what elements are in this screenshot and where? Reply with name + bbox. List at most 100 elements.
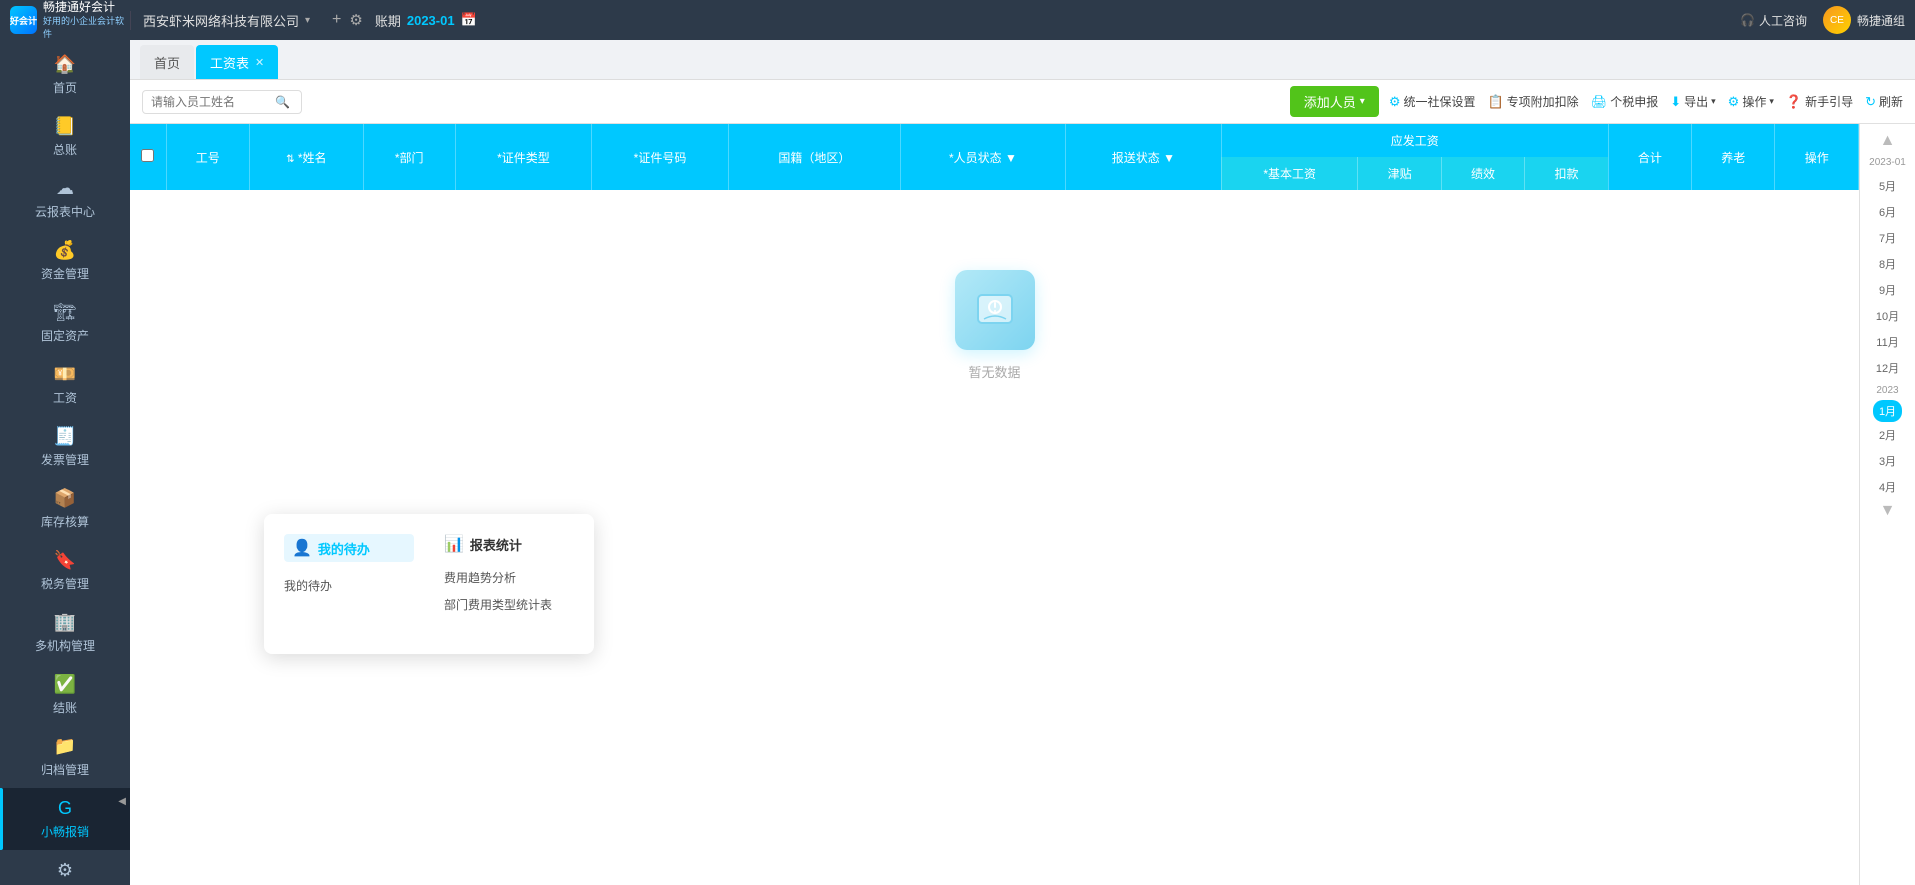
select-all-checkbox[interactable] (141, 149, 154, 162)
collapse-arrow-icon: ◀ (118, 796, 126, 807)
company-selector[interactable]: 西安虾米网络科技有限公司 ▾ (130, 11, 322, 30)
operations-btn[interactable]: ⚙ 操作 ▾ (1728, 93, 1774, 110)
new-guide-btn[interactable]: ❓ 新手引导 (1786, 93, 1853, 110)
headset-icon: 🎧 (1740, 13, 1755, 27)
timeline-dec[interactable]: 12月 (1874, 355, 1901, 381)
top-header: 好会计 畅捷通好会计 好用的小企业会计软件 西安虾米网络科技有限公司 ▾ + ⚙… (0, 0, 1915, 40)
search-box: 🔍 (142, 90, 302, 114)
popup-item-my-todo[interactable]: 我的待办 (284, 572, 414, 599)
basic-settings-icon: ⚙ (57, 860, 73, 881)
timeline-nov[interactable]: 11月 (1874, 329, 1900, 355)
company-name: 西安虾米网络科技有限公司 (143, 11, 299, 30)
export-btn[interactable]: ⬇ 导出 ▾ (1670, 93, 1715, 110)
dept-stats-label: 部门费用类型统计表 (444, 598, 552, 612)
sidebar-label-fixed: 固定资产 (41, 327, 89, 344)
add-person-button[interactable]: 添加人员 ▾ (1290, 86, 1379, 117)
social-security-btn[interactable]: ⚙ 统一社保设置 (1389, 93, 1476, 110)
archive-icon: 📁 (54, 736, 76, 757)
timeline-jan-current[interactable]: 1月 (1873, 400, 1902, 422)
logo-subtitle: 好用的小企业会计软件 (43, 14, 130, 40)
refresh-label: 刷新 (1879, 93, 1903, 110)
timeline-mar[interactable]: 3月 (1877, 448, 1898, 474)
th-employee-no: 工号 (166, 124, 249, 190)
no-data-text: 暂无数据 (968, 362, 1020, 381)
sidebar-item-fund[interactable]: 💰 资金管理 (0, 230, 130, 292)
trend-label: 费用趋势分析 (444, 571, 516, 585)
timeline-nav-down[interactable]: ▼ (1878, 500, 1898, 522)
inventory-icon: 📦 (54, 488, 76, 509)
sidebar-item-fixed-assets[interactable]: 🏗 固定资产 (0, 292, 130, 354)
my-todo-label: 我的待办 (284, 579, 332, 593)
timeline-aug[interactable]: 8月 (1877, 251, 1898, 277)
sidebar-item-xiaochang[interactable]: G 小畅报销 ◀ (0, 788, 130, 850)
popup-todo-title[interactable]: 👤 我的待办 (284, 534, 414, 562)
timeline-nav-up[interactable]: ▲ (1878, 130, 1898, 152)
th-deduction: 扣款 (1525, 157, 1608, 190)
th-dept: *部门 (363, 124, 455, 190)
timeline-may[interactable]: 5月 (1877, 173, 1898, 199)
timeline-jun[interactable]: 6月 (1877, 199, 1898, 225)
settings-icon[interactable]: ⚙ (349, 11, 362, 29)
special-deduction-btn[interactable]: 📋 专项附加扣除 (1487, 93, 1578, 110)
popup-item-trend[interactable]: 费用趋势分析 (444, 564, 574, 591)
sidebar-item-multi-org[interactable]: 🏢 多机构管理 (0, 602, 130, 664)
table-header-row1: 工号 ⇅ *姓名 *部门 *证件类型 *证件号码 国籍（地区） *人员状态 ▼ (130, 124, 1859, 157)
search-icon: 🔍 (275, 95, 290, 109)
personal-tax-btn[interactable]: 🖨 个税申报 (1591, 93, 1659, 110)
active-bar (0, 788, 3, 850)
period-area: 账期 2023-01 📅 (375, 11, 477, 30)
timeline-jul[interactable]: 7月 (1877, 225, 1898, 251)
th-status: *人员状态 ▼ (901, 124, 1066, 190)
invoice-icon: 🧾 (54, 426, 76, 447)
no-data-icon (955, 270, 1035, 350)
add-company-icon[interactable]: + (332, 11, 341, 29)
salary-icon: 💴 (54, 364, 76, 385)
sidebar-item-ledger[interactable]: 📒 总账 (0, 106, 130, 168)
timeline-feb[interactable]: 2月 (1877, 422, 1898, 448)
fixed-assets-icon: 🏗 (54, 302, 77, 323)
service-button[interactable]: 🎧 人工咨询 (1740, 12, 1807, 29)
filter-icon: ▼ (1005, 151, 1017, 165)
timeline-sep[interactable]: 9月 (1877, 277, 1898, 303)
sidebar-item-salary[interactable]: 💴 工资 (0, 354, 130, 416)
export-icon: ⬇ (1670, 94, 1681, 110)
sidebar-item-tax[interactable]: 🔖 税务管理 (0, 540, 130, 602)
logo-area: 好会计 畅捷通好会计 好用的小企业会计软件 (10, 0, 130, 40)
refresh-btn[interactable]: ↻ 刷新 (1865, 93, 1903, 110)
sidebar-item-archive[interactable]: 📁 归档管理 (0, 726, 130, 788)
sidebar-label-cloud: 云报表中心 (35, 203, 95, 220)
sidebar-item-invoice[interactable]: 🧾 发票管理 (0, 416, 130, 478)
tab-home[interactable]: 首页 (140, 45, 194, 79)
calendar-icon[interactable]: 📅 (461, 12, 477, 28)
todo-title-label: 我的待办 (318, 539, 370, 558)
user-name: 畅捷通组 (1857, 12, 1905, 29)
sidebar-item-home[interactable]: 🏠 首页 (0, 44, 130, 106)
th-total: 合计 (1608, 124, 1691, 190)
sidebar-item-cloud-report[interactable]: ☁ 云报表中心 (0, 168, 130, 230)
tab-close-icon[interactable]: ✕ (255, 56, 264, 69)
operations-icon: ⚙ (1728, 94, 1740, 110)
export-dropdown-icon: ▾ (1711, 96, 1716, 107)
search-input[interactable] (151, 95, 271, 109)
sidebar-item-settlement[interactable]: ✅ 结账 (0, 664, 130, 726)
sidebar: 🏠 首页 📒 总账 ☁ 云报表中心 💰 资金管理 🏗 固定资产 💴 工资 🧾 发… (0, 40, 130, 885)
main-layout: 🏠 首页 📒 总账 ☁ 云报表中心 💰 资金管理 🏗 固定资产 💴 工资 🧾 发… (0, 40, 1915, 885)
timeline-oct[interactable]: 10月 (1874, 303, 1901, 329)
checkbox-header (130, 124, 166, 190)
tab-salary[interactable]: 工资表 ✕ (196, 45, 278, 79)
user-menu[interactable]: CE 畅捷通组 (1823, 6, 1905, 34)
sidebar-item-inventory[interactable]: 📦 库存核算 (0, 478, 130, 540)
timeline-apr[interactable]: 4月 (1877, 474, 1898, 500)
settlement-icon: ✅ (54, 674, 76, 695)
popup-report-title[interactable]: 📊 报表统计 (444, 534, 574, 554)
tab-bar: 首页 工资表 ✕ (130, 40, 1915, 80)
home-icon: 🏠 (54, 54, 76, 75)
popup-item-dept-stats[interactable]: 部门费用类型统计表 (444, 591, 574, 618)
th-id-type: *证件类型 (455, 124, 592, 190)
sidebar-item-basic-settings[interactable]: ⚙ 基础设置 (0, 850, 130, 885)
toolbar-actions: ⚙ 统一社保设置 📋 专项附加扣除 🖨 个税申报 ⬇ 导出 ▾ ⚙ (1389, 93, 1903, 110)
sidebar-label-invoice: 发票管理 (41, 451, 89, 468)
th-basic-salary: *基本工资 (1221, 157, 1358, 190)
period-value: 2023-01 (407, 13, 455, 28)
sidebar-label-home: 首页 (53, 79, 77, 96)
